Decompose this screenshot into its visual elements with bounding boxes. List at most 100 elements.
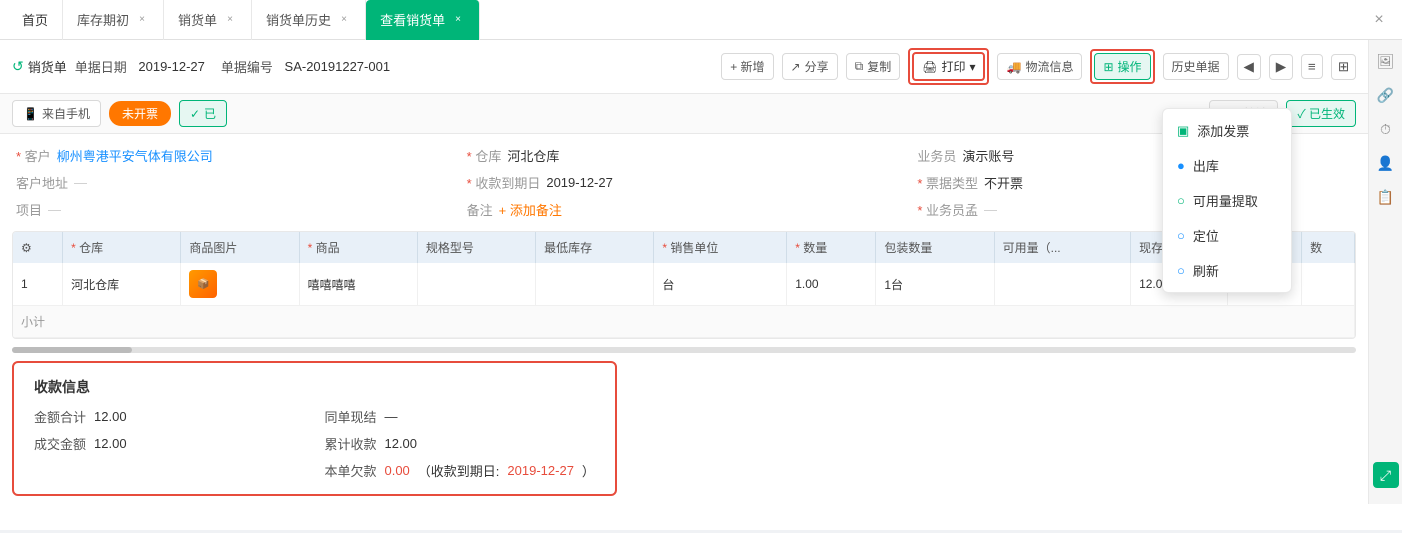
tab-sales-history[interactable]: 销货单历史 × <box>252 0 366 40</box>
sidebar-expand-icon[interactable]: ⤢ <box>1373 462 1399 488</box>
ticket-type-value: 不开票 <box>984 173 1023 192</box>
not-open-ticket-button[interactable]: 未开票 <box>109 101 171 126</box>
refresh-icon: ○ <box>1177 263 1185 278</box>
footer-total-amount: 金额合计 12.00 <box>34 407 304 426</box>
table-body: 1 河北仓库 📦 嘻嘻嘻嘻 台 1.00 1台 <box>13 263 1355 338</box>
nav-next-button[interactable]: ▶ <box>1269 54 1293 80</box>
col-product: 商品 <box>299 232 417 263</box>
col-available: 可用量（... <box>994 232 1130 263</box>
product-image: 📦 <box>189 270 217 298</box>
tab-view-sales[interactable]: 查看销货单 × <box>366 0 480 40</box>
dropdown-outbound[interactable]: ● 出库 <box>1163 148 1291 183</box>
view-grid-button[interactable]: ⊞ <box>1331 54 1356 80</box>
view-list-button[interactable]: ≡ <box>1301 54 1323 79</box>
footer-due-amount: 本单欠款 0.00 （收款到期日: 2019-12-27 ） <box>324 461 594 480</box>
footer-grid: 金额合计 12.00 成交金额 12.00 同单现结 — <box>34 407 595 480</box>
dropdown-available-pickup[interactable]: ○ 可用量提取 <box>1163 183 1291 218</box>
col-amount: 数 <box>1302 232 1355 263</box>
scrollbar-thumb[interactable] <box>12 347 132 353</box>
total-amount-value: 12.00 <box>94 409 127 424</box>
warehouse-label: 仓库 <box>467 146 502 165</box>
table-scrollbar[interactable] <box>12 347 1356 353</box>
ticket-type-label: 票据类型 <box>917 173 978 192</box>
print-button[interactable]: 🖨 打印 ▾ <box>912 52 985 81</box>
footer-cumulative: 累计收款 12.00 <box>324 434 594 453</box>
tab-home[interactable]: 首页 <box>8 0 63 40</box>
sidebar-image-icon[interactable]: 🖼 <box>1373 48 1399 74</box>
main-container: ↺ 销货单 单据日期 2019-12-27 单据编号 SA-20191227-0… <box>0 40 1402 530</box>
confirm-button[interactable]: ✓ 已 <box>179 100 227 127</box>
ops-highlight: ⊞ 操作 <box>1090 49 1154 84</box>
table-row: 1 河北仓库 📦 嘻嘻嘻嘻 台 1.00 1台 <box>13 263 1355 306</box>
tab-view-sales-close[interactable]: × <box>451 13 465 27</box>
notes-label: 备注 <box>467 200 493 219</box>
due-date-label: 收款到期日 <box>467 173 541 192</box>
address-label: 客户地址 <box>16 173 68 192</box>
sidebar-link-icon[interactable]: 🔗 <box>1373 82 1399 108</box>
data-table-container: ⚙ 仓库 商品图片 商品 规格型号 最低库存 销售单位 数量 包装数量 可用量（… <box>12 231 1356 339</box>
locate-icon: ○ <box>1177 228 1185 243</box>
col-image: 商品图片 <box>181 232 299 263</box>
dropdown-refresh[interactable]: ○ 刷新 <box>1163 253 1291 288</box>
customer-value[interactable]: 柳州粤港平安气体有限公司 <box>57 146 213 165</box>
form-address: 客户地址 — <box>16 173 451 192</box>
col-min-stock: 最低库存 <box>536 232 654 263</box>
ops-icon: ⊞ <box>1103 60 1113 74</box>
phone-icon: 📱 <box>23 107 38 121</box>
form-customer: 客户 柳州粤港平安气体有限公司 <box>16 146 451 165</box>
sidebar-person-icon[interactable]: 👤 <box>1373 150 1399 176</box>
table-header: ⚙ 仓库 商品图片 商品 规格型号 最低库存 销售单位 数量 包装数量 可用量（… <box>13 232 1355 263</box>
ops-button[interactable]: ⊞ 操作 <box>1094 53 1150 80</box>
tab-sales-close[interactable]: × <box>223 13 237 27</box>
table-subtotal-row: 小计 <box>13 306 1355 338</box>
dropdown-locate[interactable]: ○ 定位 <box>1163 218 1291 253</box>
tab-inventory-label: 库存期初 <box>77 10 129 29</box>
nav-prev-button[interactable]: ◀ <box>1237 54 1261 80</box>
print-highlight: 🖨 打印 ▾ <box>908 48 989 85</box>
warehouse-value: 河北仓库 <box>507 146 559 165</box>
tab-sales[interactable]: 销货单 × <box>164 0 252 40</box>
new-button[interactable]: + 新增 <box>721 53 773 80</box>
subtotal-label: 小计 <box>13 306 1355 338</box>
doc-type-icon: ↺ <box>12 58 24 75</box>
history-button[interactable]: 历史单据 <box>1163 53 1229 80</box>
doc-no-label: 单据编号 SA-20191227-001 <box>221 57 390 76</box>
doc-actions: + 新增 ↗ 分享 ⧉ 复制 🖨 打印 ▾ <box>721 48 1356 85</box>
from-phone-button[interactable]: 📱 来自手机 <box>12 100 101 127</box>
col-pack-qty: 包装数量 <box>876 232 994 263</box>
address-value: — <box>74 175 87 190</box>
tab-inventory-close[interactable]: × <box>135 13 149 27</box>
effective-button[interactable]: ✓ 已生效 <box>1286 100 1356 127</box>
doc-date-value: 2019-12-27 <box>138 59 205 74</box>
tab-sales-history-close[interactable]: × <box>337 13 351 27</box>
footer-title: 收款信息 <box>34 377 595 397</box>
salesperson-value: — <box>984 202 997 217</box>
settings-icon[interactable]: ⚙ <box>21 241 32 255</box>
dropdown-add-invoice[interactable]: ▣ 添加发票 <box>1163 113 1291 148</box>
available-pickup-icon: ○ <box>1177 193 1185 208</box>
cell-image: 📦 <box>181 263 299 306</box>
tab-inventory[interactable]: 库存期初 × <box>63 0 164 40</box>
check-icon: ✓ <box>190 107 200 121</box>
doc-header: ↺ 销货单 单据日期 2019-12-27 单据编号 SA-20191227-0… <box>0 40 1368 94</box>
due-amount-value: 0.00 <box>384 463 409 478</box>
col-unit: 销售单位 <box>654 232 787 263</box>
print-dropdown-icon: ▾ <box>969 60 975 74</box>
col-settings[interactable]: ⚙ <box>13 232 63 263</box>
copy-button[interactable]: ⧉ 复制 <box>846 53 901 80</box>
doc-meta: 单据日期 2019-12-27 单据编号 SA-20191227-001 <box>75 57 390 76</box>
add-notes-btn[interactable]: + 添加备注 <box>499 200 562 219</box>
right-sidebar: 🖼 🔗 ⏱ 👤 📋 ⤢ <box>1368 40 1402 504</box>
sidebar-clock-icon[interactable]: ⏱ <box>1373 116 1399 142</box>
due-date-value: 2019-12-27 <box>546 175 613 190</box>
outbound-label: 出库 <box>1193 156 1219 175</box>
logistics-button[interactable]: 🚚 物流信息 <box>997 53 1082 80</box>
doc-date-label: 单据日期 2019-12-27 <box>75 57 205 76</box>
cumulative-label: 累计收款 <box>324 434 376 453</box>
sidebar-table-icon[interactable]: 📋 <box>1373 184 1399 210</box>
project-label: 项目 <box>16 200 42 219</box>
cell-row-num: 1 <box>13 263 63 306</box>
col-qty: 数量 <box>787 232 876 263</box>
share-button[interactable]: ↗ 分享 <box>782 53 838 80</box>
window-close-button[interactable]: × <box>1364 5 1394 35</box>
